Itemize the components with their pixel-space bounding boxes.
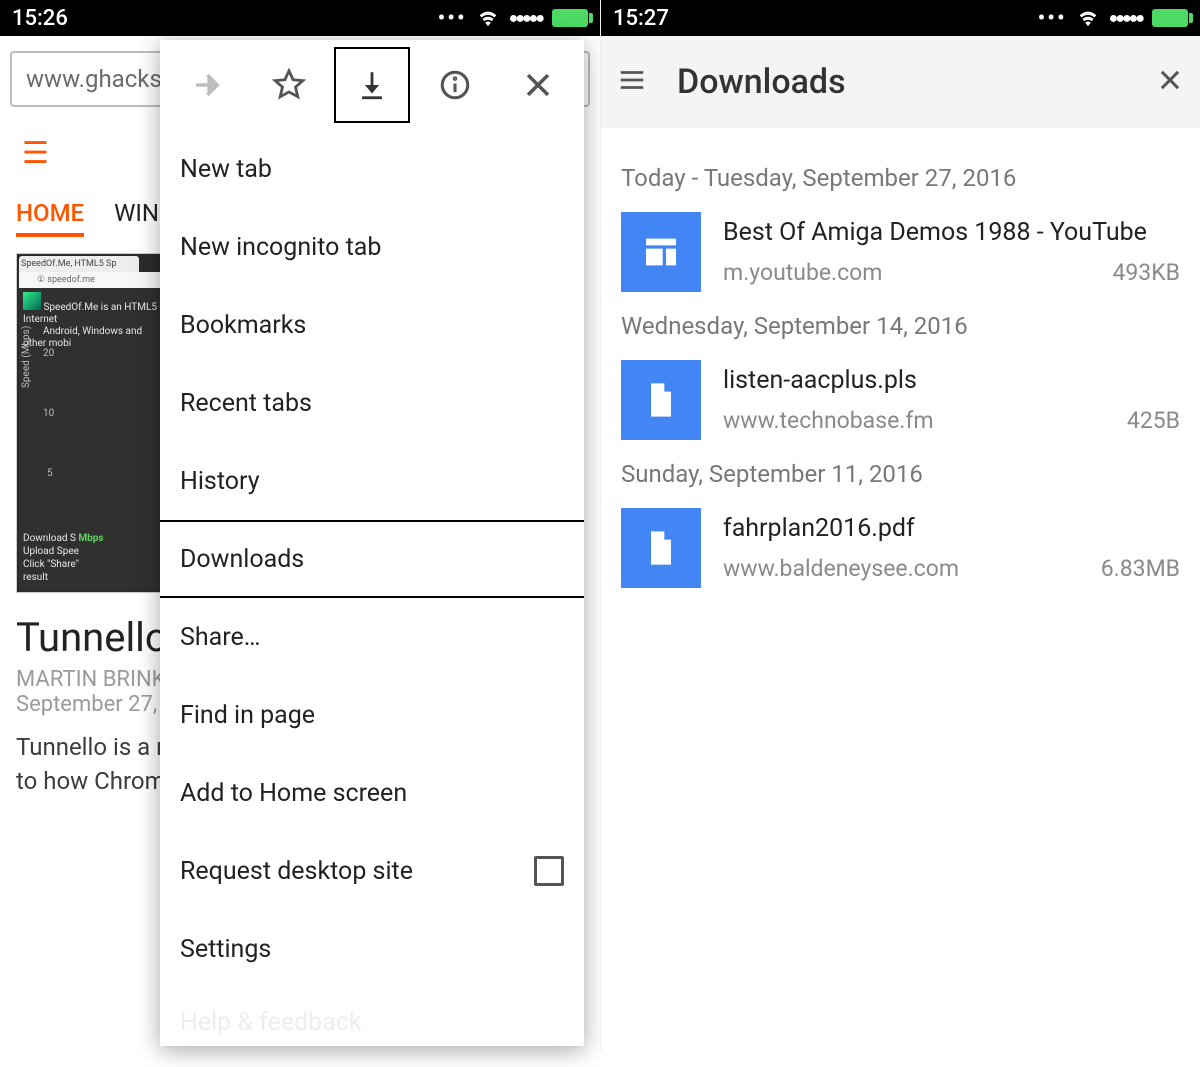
battery-icon <box>552 9 588 27</box>
downloads-header: Downloads <box>601 36 1200 128</box>
download-host: m.youtube.com <box>723 259 882 286</box>
info-icon[interactable] <box>417 47 493 123</box>
menu-help[interactable]: Help & feedback <box>160 988 584 1037</box>
menu-history[interactable]: History <box>160 442 584 520</box>
download-item[interactable]: Best Of Amiga Demos 1988 - YouTube m.yout… <box>621 212 1180 292</box>
download-item[interactable]: fahrplan2016.pdf www.baldeneysee.com 6.83M… <box>621 508 1180 588</box>
desktop-site-checkbox[interactable] <box>534 856 564 886</box>
download-size: 493KB <box>1112 259 1180 286</box>
menu-share[interactable]: Share… <box>160 598 584 676</box>
wifi-icon <box>477 7 499 29</box>
download-date-header: Sunday, September 11, 2016 <box>621 460 1180 488</box>
menu-incognito[interactable]: New incognito tab <box>160 208 584 286</box>
page-icon <box>621 212 701 292</box>
menu-desktop-site[interactable]: Request desktop site <box>160 832 584 910</box>
page-title: Downloads <box>677 62 1126 102</box>
forward-icon[interactable] <box>168 47 244 123</box>
speedof-logo-icon <box>23 292 41 310</box>
menu-new-tab[interactable]: New tab <box>160 130 584 208</box>
article-thumbnail: SpeedOf.Me, HTML5 Sp ① speedof.me SpeedO… <box>16 253 166 593</box>
right-screenshot: 15:27 ••• ●●●●● Downloads Today - Tuesda… <box>600 0 1200 1050</box>
star-icon[interactable] <box>251 47 327 123</box>
menu-recent-tabs[interactable]: Recent tabs <box>160 364 584 442</box>
close-icon[interactable] <box>1156 66 1184 98</box>
battery-icon <box>1152 9 1188 27</box>
file-icon <box>621 508 701 588</box>
download-date-header: Wednesday, September 14, 2016 <box>621 312 1180 340</box>
download-date-header: Today - Tuesday, September 27, 2016 <box>621 164 1180 192</box>
menu-bookmarks[interactable]: Bookmarks <box>160 286 584 364</box>
signal-dots-icon: ●●●●● <box>1109 8 1142 28</box>
menu-add-home[interactable]: Add to Home screen <box>160 754 584 832</box>
download-host: www.baldeneysee.com <box>723 555 959 582</box>
download-icon[interactable] <box>334 47 410 123</box>
clock: 15:26 <box>12 6 68 31</box>
tab-windows[interactable]: WIN <box>114 199 159 237</box>
cellular-dots-icon: ••• <box>438 6 467 31</box>
file-icon <box>621 360 701 440</box>
download-name: Best Of Amiga Demos 1988 - YouTube <box>723 218 1180 247</box>
left-screenshot: 15:26 ••• ●●●●● www.ghacks. ☰ HOME WIN S… <box>0 0 600 1050</box>
close-icon[interactable] <box>500 47 576 123</box>
chrome-menu: New tab New incognito tab Bookmarks Rece… <box>160 40 584 1046</box>
status-bar-right: 15:27 ••• ●●●●● <box>601 0 1200 36</box>
download-item[interactable]: listen-aacplus.pls www.technobase.fm 425B <box>621 360 1180 440</box>
status-bar-left: 15:26 ••• ●●●●● <box>0 0 600 36</box>
tab-home[interactable]: HOME <box>16 199 84 237</box>
menu-downloads[interactable]: Downloads <box>160 520 584 598</box>
download-name: listen-aacplus.pls <box>723 366 1180 395</box>
menu-find-in-page[interactable]: Find in page <box>160 676 584 754</box>
clock: 15:27 <box>613 6 669 31</box>
hamburger-icon[interactable] <box>617 65 647 99</box>
downloads-list: Today - Tuesday, September 27, 2016 Best … <box>601 128 1200 588</box>
download-name: fahrplan2016.pdf <box>723 514 1180 543</box>
signal-dots-icon: ●●●●● <box>509 8 542 28</box>
download-host: www.technobase.fm <box>723 407 934 434</box>
download-size: 425B <box>1127 407 1180 434</box>
cellular-dots-icon: ••• <box>1038 6 1067 31</box>
download-size: 6.83MB <box>1101 555 1180 582</box>
wifi-icon <box>1077 7 1099 29</box>
menu-settings[interactable]: Settings <box>160 910 584 988</box>
menu-toolbar <box>160 40 584 130</box>
